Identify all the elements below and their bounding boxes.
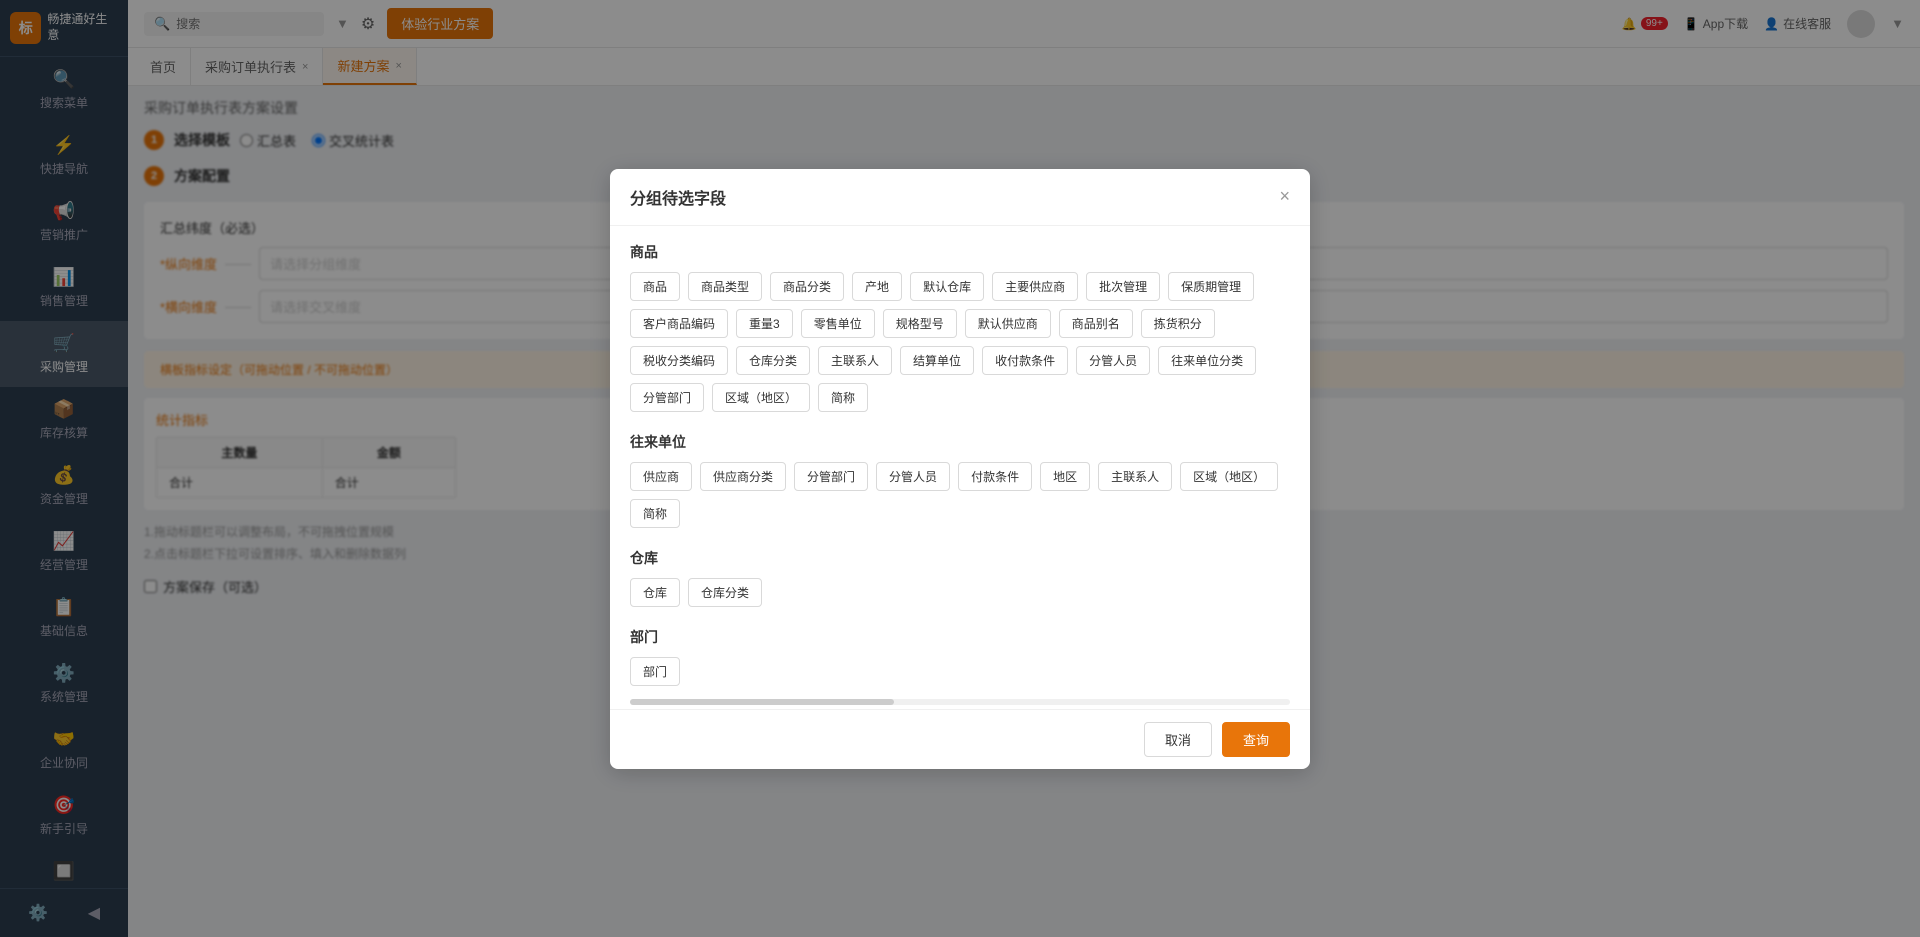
modal-footer: 取消 查询: [610, 709, 1310, 769]
field-tag[interactable]: 分管人员: [1076, 346, 1150, 375]
field-tag[interactable]: 商品类型: [688, 272, 762, 301]
section-title-warehouse: 仓库: [630, 548, 1290, 568]
field-tag[interactable]: 主联系人: [1098, 462, 1172, 491]
field-tags-warehouse: 仓库仓库分类: [630, 578, 1290, 607]
modal-header: 分组待选字段 ×: [610, 169, 1310, 226]
field-tag[interactable]: 批次管理: [1086, 272, 1160, 301]
field-tag[interactable]: 部门: [630, 657, 680, 686]
field-tag[interactable]: 默认仓库: [910, 272, 984, 301]
field-tag[interactable]: 分管部门: [794, 462, 868, 491]
field-tag[interactable]: 分管人员: [876, 462, 950, 491]
field-tag[interactable]: 主要供应商: [992, 272, 1078, 301]
field-tag[interactable]: 税收分类编码: [630, 346, 728, 375]
modal-confirm-button[interactable]: 查询: [1222, 722, 1290, 757]
field-tag[interactable]: 仓库分类: [688, 578, 762, 607]
field-tag[interactable]: 拣货积分: [1141, 309, 1215, 338]
section-title-department: 部门: [630, 627, 1290, 647]
modal-close-button[interactable]: ×: [1279, 186, 1290, 207]
field-tag[interactable]: 保质期管理: [1168, 272, 1254, 301]
field-tag[interactable]: 往来单位分类: [1158, 346, 1256, 375]
field-tag[interactable]: 主联系人: [818, 346, 892, 375]
field-tag[interactable]: 仓库分类: [736, 346, 810, 375]
modal-body: 商品商品商品类型商品分类产地默认仓库主要供应商批次管理保质期管理客户商品编码重量…: [610, 226, 1310, 696]
section-title-partner: 往来单位: [630, 432, 1290, 452]
field-tag[interactable]: 简称: [818, 383, 868, 412]
field-tag[interactable]: 商品: [630, 272, 680, 301]
field-tags-goods: 商品商品类型商品分类产地默认仓库主要供应商批次管理保质期管理客户商品编码重量3 零…: [630, 272, 1290, 412]
field-tag[interactable]: 产地: [852, 272, 902, 301]
field-tag[interactable]: 分管部门: [630, 383, 704, 412]
field-section-department: 部门部门: [630, 627, 1290, 686]
field-tag[interactable]: 地区: [1040, 462, 1090, 491]
field-section-goods: 商品商品商品类型商品分类产地默认仓库主要供应商批次管理保质期管理客户商品编码重量…: [630, 242, 1290, 412]
field-tag[interactable]: 客户商品编码: [630, 309, 728, 338]
field-tag[interactable]: 仓库: [630, 578, 680, 607]
field-tag[interactable]: 结算单位: [900, 346, 974, 375]
modal-horizontal-scrollbar[interactable]: [630, 699, 1290, 704]
field-tags-partner: 供应商供应商分类分管部门分管人员付款条件地区主联系人区域（地区） 简称: [630, 462, 1290, 528]
modal-overlay: 分组待选字段 × 商品商品商品类型商品分类产地默认仓库主要供应商批次管理保质期管…: [0, 0, 1920, 937]
field-tag[interactable]: 付款条件: [958, 462, 1032, 491]
field-tags-department: 部门: [630, 657, 1290, 686]
field-tag[interactable]: 商品分类: [770, 272, 844, 301]
modal-scrollbar-thumb: [630, 699, 894, 704]
field-tag[interactable]: 收付款条件: [982, 346, 1068, 375]
field-tag[interactable]: 默认供应商: [965, 309, 1051, 338]
field-tag[interactable]: 重量3: [736, 309, 793, 338]
field-tag[interactable]: 商品别名: [1059, 309, 1133, 338]
field-tag[interactable]: 简称: [630, 499, 680, 528]
field-section-partner: 往来单位供应商供应商分类分管部门分管人员付款条件地区主联系人区域（地区） 简称: [630, 432, 1290, 528]
field-tag[interactable]: 供应商分类: [700, 462, 786, 491]
field-tag[interactable]: 规格型号: [883, 309, 957, 338]
modal-cancel-button[interactable]: 取消: [1144, 722, 1212, 757]
field-tag[interactable]: 供应商: [630, 462, 692, 491]
field-tag[interactable]: 零售单位: [801, 309, 875, 338]
modal-title: 分组待选字段: [630, 185, 726, 209]
field-section-warehouse: 仓库仓库仓库分类: [630, 548, 1290, 607]
field-tag[interactable]: 区域（地区）: [1180, 462, 1278, 491]
field-select-modal: 分组待选字段 × 商品商品商品类型商品分类产地默认仓库主要供应商批次管理保质期管…: [610, 169, 1310, 769]
section-title-goods: 商品: [630, 242, 1290, 262]
field-tag[interactable]: 区域（地区）: [712, 383, 810, 412]
